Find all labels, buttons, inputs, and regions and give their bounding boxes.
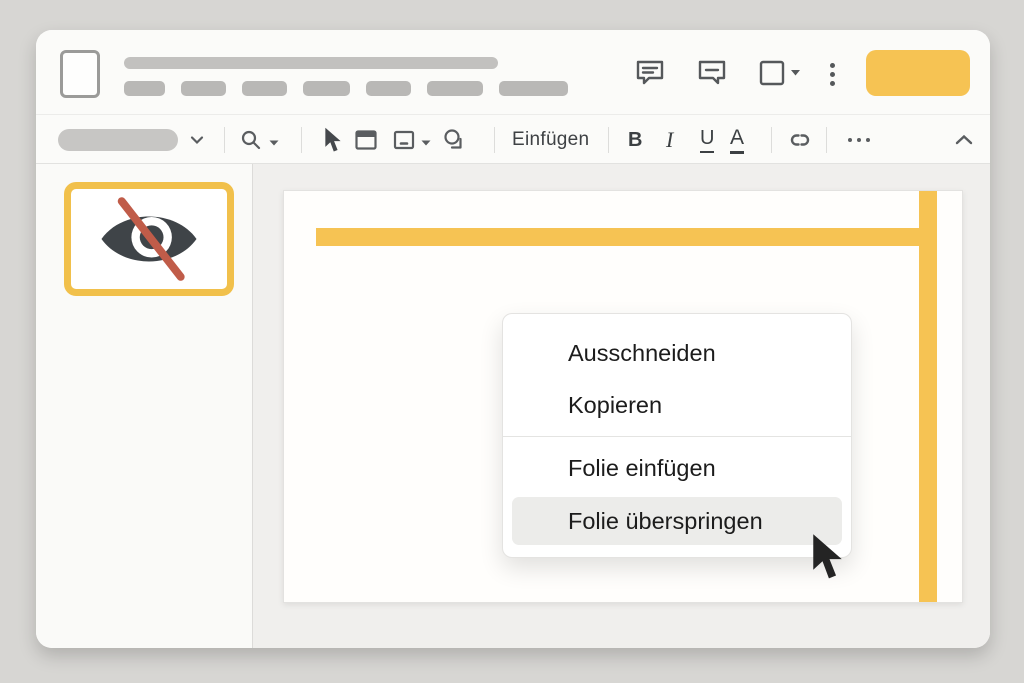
collapse-toolbar-icon[interactable]	[954, 131, 974, 149]
italic-button[interactable]: I	[666, 115, 673, 165]
insert-menu-button[interactable]: Einfügen	[512, 115, 589, 165]
select-tool-icon[interactable]	[322, 127, 344, 153]
menu-item-placeholder[interactable]	[366, 81, 411, 96]
menu-item-copy[interactable]: Kopieren	[503, 379, 851, 431]
editing-canvas: Ausschneiden Kopieren Folie einfügen Fol…	[253, 164, 990, 648]
comment-icon[interactable]	[634, 57, 666, 89]
kebab-menu-icon[interactable]	[828, 58, 836, 90]
text-color-button[interactable]: A	[730, 115, 744, 165]
document-title-placeholder[interactable]	[124, 57, 498, 69]
eye-crossed-icon	[90, 195, 208, 283]
menu-item-placeholder[interactable]	[181, 81, 226, 96]
slide-thumbnail-skipped[interactable]	[64, 182, 234, 296]
content-area: Ausschneiden Kopieren Folie einfügen Fol…	[36, 164, 990, 648]
menu-item-skip-slide[interactable]: Folie überspringen	[512, 497, 842, 545]
toolbar-divider	[301, 127, 302, 153]
menu-item-cut[interactable]: Ausschneiden	[503, 327, 851, 379]
more-options-icon[interactable]	[848, 115, 870, 165]
menu-item-placeholder[interactable]	[124, 81, 165, 96]
toolbar-divider	[224, 127, 225, 153]
caret-down-icon[interactable]	[420, 135, 432, 145]
app-window: Einfügen B I U A	[36, 30, 990, 648]
app-header	[36, 30, 990, 114]
slide-vertical-accent-bar[interactable]	[919, 191, 937, 602]
slide-filmstrip-panel	[36, 164, 253, 648]
chevron-down-icon[interactable]	[188, 131, 206, 149]
mouse-pointer-icon	[809, 532, 846, 582]
text-box-icon[interactable]	[392, 128, 416, 152]
present-button[interactable]	[758, 59, 801, 87]
toolbar-divider	[608, 127, 609, 153]
insert-link-icon[interactable]	[788, 128, 812, 152]
chevron-down-icon	[790, 69, 801, 77]
context-menu: Ausschneiden Kopieren Folie einfügen Fol…	[502, 313, 852, 558]
app-logo-icon[interactable]	[60, 50, 100, 98]
toolbar: Einfügen B I U A	[36, 114, 990, 164]
share-button[interactable]	[866, 50, 970, 96]
menu-item-placeholder[interactable]	[242, 81, 287, 96]
menu-item-insert-slide[interactable]: Folie einfügen	[503, 442, 851, 494]
search-zoom-icon[interactable]	[239, 128, 263, 152]
menu-divider	[503, 436, 851, 437]
slide-horizontal-accent-bar[interactable]	[316, 228, 937, 246]
shape-tool-icon[interactable]	[442, 128, 466, 152]
toolbar-divider	[494, 127, 495, 153]
menu-item-placeholder[interactable]	[427, 81, 483, 96]
new-slide-icon[interactable]	[354, 128, 378, 152]
caret-down-icon[interactable]	[268, 135, 280, 145]
zoom-dropdown-placeholder[interactable]	[58, 129, 178, 151]
toolbar-divider	[771, 127, 772, 153]
underline-button[interactable]: U	[700, 115, 714, 165]
menu-item-placeholder[interactable]	[303, 81, 350, 96]
menu-item-placeholder[interactable]	[499, 81, 568, 96]
comment-resolve-icon[interactable]	[696, 57, 728, 89]
bold-button[interactable]: B	[628, 115, 642, 165]
menu-bar-placeholder	[124, 81, 568, 96]
toolbar-divider	[826, 127, 827, 153]
